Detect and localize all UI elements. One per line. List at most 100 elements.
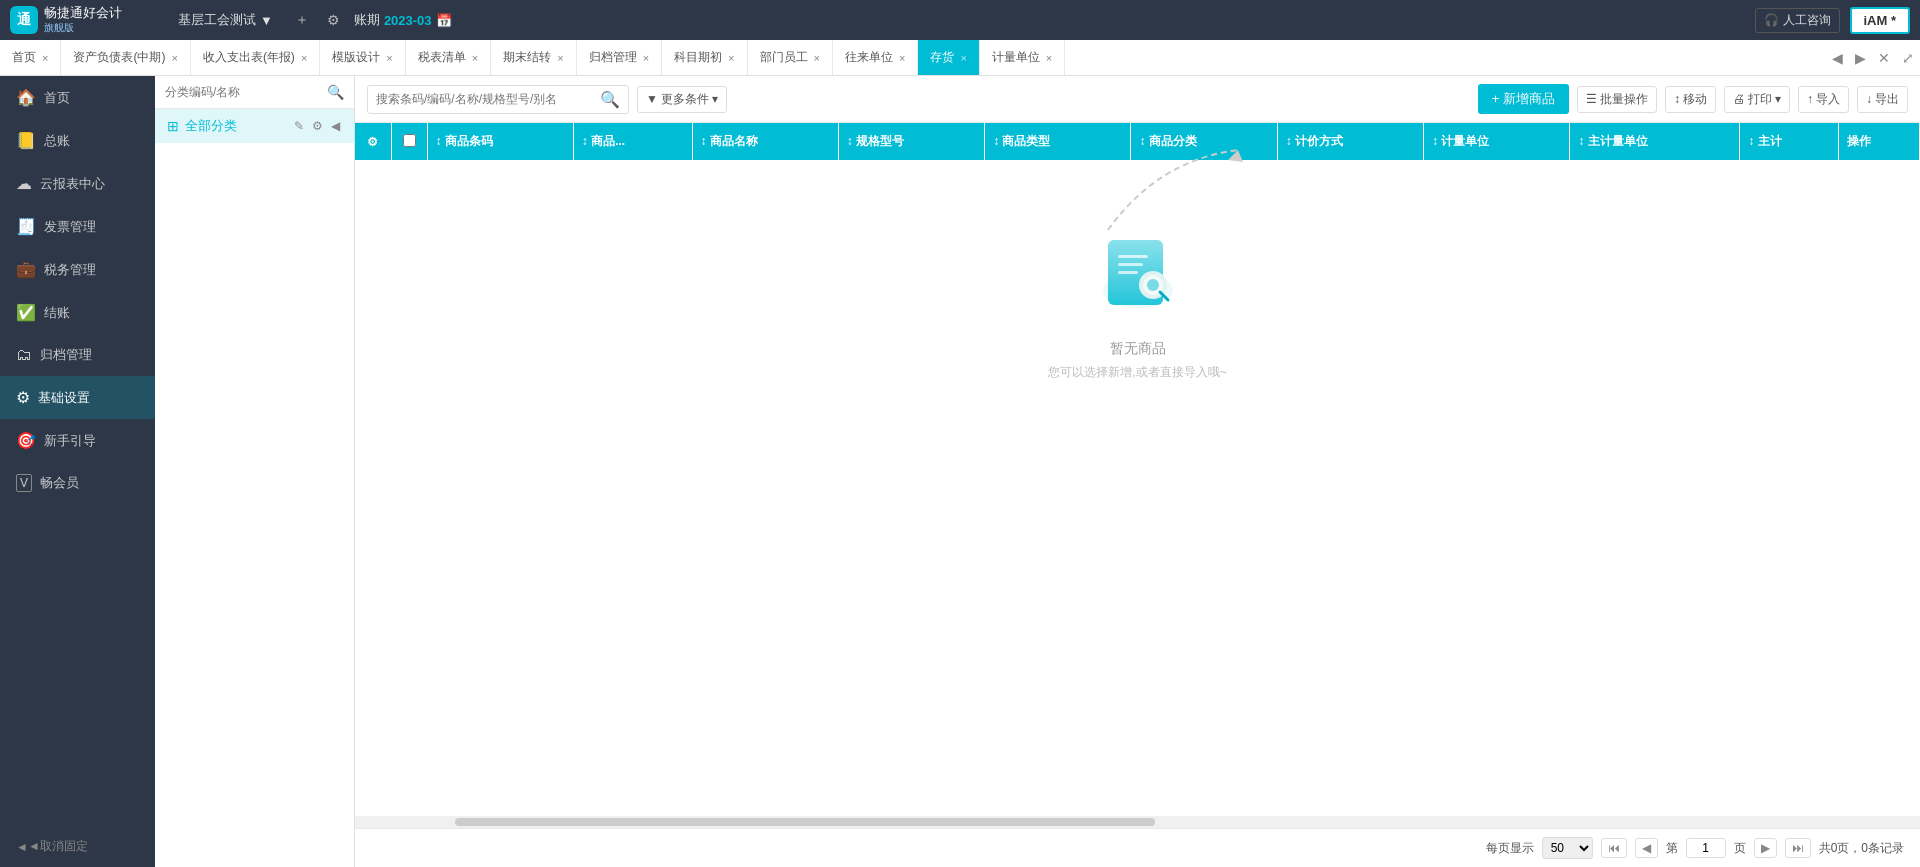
tab-contacts-close[interactable]: × [899,52,905,64]
category-collapse-icon[interactable]: ◀ [329,117,342,135]
sidebar-item-member[interactable]: V 畅会员 [0,462,155,504]
col-unit[interactable]: ↕ 计量单位 [1424,123,1570,160]
export-btn[interactable]: ↓ 导出 [1857,86,1908,113]
company-selector[interactable]: 基层工会测试 ▼ [170,11,281,29]
tab-template-close[interactable]: × [386,52,392,64]
calendar-icon[interactable]: 📅 [436,13,452,28]
tab-balance-label: 资产负债表(中期) [73,49,165,66]
page-input[interactable] [1686,838,1726,858]
col-code[interactable]: ↕ 商品... [573,123,692,160]
print-btn[interactable]: 🖨 打印 ▾ [1724,86,1790,113]
tab-inventory[interactable]: 存货 × [918,40,979,75]
tab-subject-close[interactable]: × [728,52,734,64]
tab-income[interactable]: 收入支出表(年报) × [191,40,320,75]
col-settings[interactable]: ⚙ [355,123,391,160]
svg-rect-4 [1118,255,1148,258]
tab-dept-label: 部门员工 [760,49,808,66]
pagination: 每页显示 50 100 200 ⏮ ◀ 第 页 ▶ ⏭ 共0页，0条记录 [355,828,1920,867]
col-barcode[interactable]: ↕ 商品条码 [427,123,573,160]
empty-text: 暂无商品 [1110,340,1166,358]
next-page-btn[interactable]: ▶ [1754,838,1777,858]
right-content: 🔍 ▼ 更多条件 ▾ + 新增商品 ☰ 批量操作 ↕ 移动 🖨 [355,76,1920,867]
app-name: 畅捷通好会计 [44,5,122,21]
tab-maximize[interactable]: ⤢ [1896,50,1920,66]
main-search-input[interactable] [376,92,596,106]
tab-subject-label: 科目期初 [674,49,722,66]
tab-home[interactable]: 首页 × [0,40,61,75]
tab-home-close[interactable]: × [42,52,48,64]
import-btn[interactable]: ↑ 导入 [1798,86,1849,113]
batch-label: 批量操作 [1600,91,1648,108]
tab-unit-close[interactable]: × [1046,52,1052,64]
tab-scroll-right[interactable]: ▶ [1849,50,1872,66]
add-product-btn[interactable]: + 新增商品 [1478,84,1569,114]
tab-contacts-label: 往来单位 [845,49,893,66]
toolbar: 🔍 ▼ 更多条件 ▾ + 新增商品 ☰ 批量操作 ↕ 移动 🖨 [355,76,1920,123]
sidebar-item-home[interactable]: 🏠 首页 [0,76,155,119]
sidebar-item-settlement[interactable]: ✅ 结账 [0,291,155,334]
tab-period-end-close[interactable]: × [557,52,563,64]
tab-dept[interactable]: 部门员工 × [748,40,833,75]
tab-inventory-close[interactable]: × [960,52,966,64]
tab-balance[interactable]: 资产负债表(中期) × [61,40,190,75]
sidebar-item-reports[interactable]: ☁ 云报表中心 [0,162,155,205]
help-btn[interactable]: 🎧 人工咨询 [1755,8,1839,33]
tab-tax-close[interactable]: × [472,52,478,64]
scroll-thumb[interactable] [455,818,1155,826]
more-filter-btn[interactable]: ▼ 更多条件 ▾ [637,86,727,113]
horizontal-scrollbar[interactable] [355,816,1920,828]
help-icon: 🎧 [1764,13,1779,27]
sidebar-item-guide[interactable]: 🎯 新手引导 [0,419,155,462]
sidebar-item-invoice[interactable]: 🧾 发票管理 [0,205,155,248]
col-main-unit[interactable]: ↕ 主计量单位 [1570,123,1740,160]
tab-dept-close[interactable]: × [814,52,820,64]
move-btn[interactable]: ↕ 移动 [1665,86,1716,113]
tab-close-all[interactable]: ✕ [1872,50,1896,66]
tab-tax[interactable]: 税表清单 × [406,40,491,75]
sidebar-item-archive[interactable]: 🗂 归档管理 [0,334,155,376]
settings-icon[interactable]: ⚙ [323,10,344,30]
reports-icon: ☁ [16,174,32,193]
category-settings-icon[interactable]: ⚙ [310,117,325,135]
company-name: 基层工会测试 [178,11,256,29]
tab-contacts[interactable]: 往来单位 × [833,40,918,75]
more-filter-label: 更多条件 [661,91,709,108]
col-checkbox[interactable] [391,123,427,160]
tab-unit[interactable]: 计量单位 × [980,40,1065,75]
col-spec[interactable]: ↕ 规格型号 [838,123,984,160]
sidebar-item-settings[interactable]: ⚙ 基础设置 [0,376,155,419]
pin-label: ◄取消固定 [28,838,88,855]
sidebar-item-tax[interactable]: 💼 税务管理 [0,248,155,291]
sidebar-archive-label: 归档管理 [40,346,92,364]
tab-template[interactable]: 模版设计 × [320,40,405,75]
first-page-btn[interactable]: ⏮ [1601,838,1627,858]
category-search-icon[interactable]: 🔍 [327,84,344,100]
tab-scroll-left[interactable]: ◀ [1826,50,1849,66]
tab-period-end[interactable]: 期末结转 × [491,40,576,75]
last-page-btn[interactable]: ⏭ [1785,838,1811,858]
per-page-select[interactable]: 50 100 200 [1542,837,1593,859]
sidebar-pin-toggle[interactable]: ◄ ◄取消固定 [0,826,155,867]
sidebar-settings-label: 基础设置 [38,389,90,407]
col-main-num[interactable]: ↕ 主计 [1740,123,1839,160]
tab-unit-label: 计量单位 [992,49,1040,66]
col-name[interactable]: ↕ 商品名称 [692,123,838,160]
tab-income-close[interactable]: × [301,52,307,64]
iam-btn[interactable]: iAM * [1850,7,1911,34]
main-search-icon[interactable]: 🔍 [600,90,620,109]
add-tab-btn[interactable]: ＋ [291,9,313,31]
col-price-method[interactable]: ↕ 计价方式 [1277,123,1423,160]
sidebar-item-ledger[interactable]: 📒 总账 [0,119,155,162]
category-edit-icon[interactable]: ✎ [292,117,306,135]
tab-tax-label: 税表清单 [418,49,466,66]
prev-page-btn[interactable]: ◀ [1635,838,1658,858]
category-search-input[interactable] [165,85,321,99]
batch-btn[interactable]: ☰ 批量操作 [1577,86,1657,113]
tab-archive[interactable]: 归档管理 × [577,40,662,75]
tab-balance-close[interactable]: × [171,52,177,64]
tab-subject[interactable]: 科目期初 × [662,40,747,75]
select-all-checkbox[interactable] [403,134,416,147]
tab-archive-label: 归档管理 [589,49,637,66]
category-all[interactable]: ⊞ 全部分类 ✎ ⚙ ◀ [155,109,354,143]
tab-archive-close[interactable]: × [643,52,649,64]
